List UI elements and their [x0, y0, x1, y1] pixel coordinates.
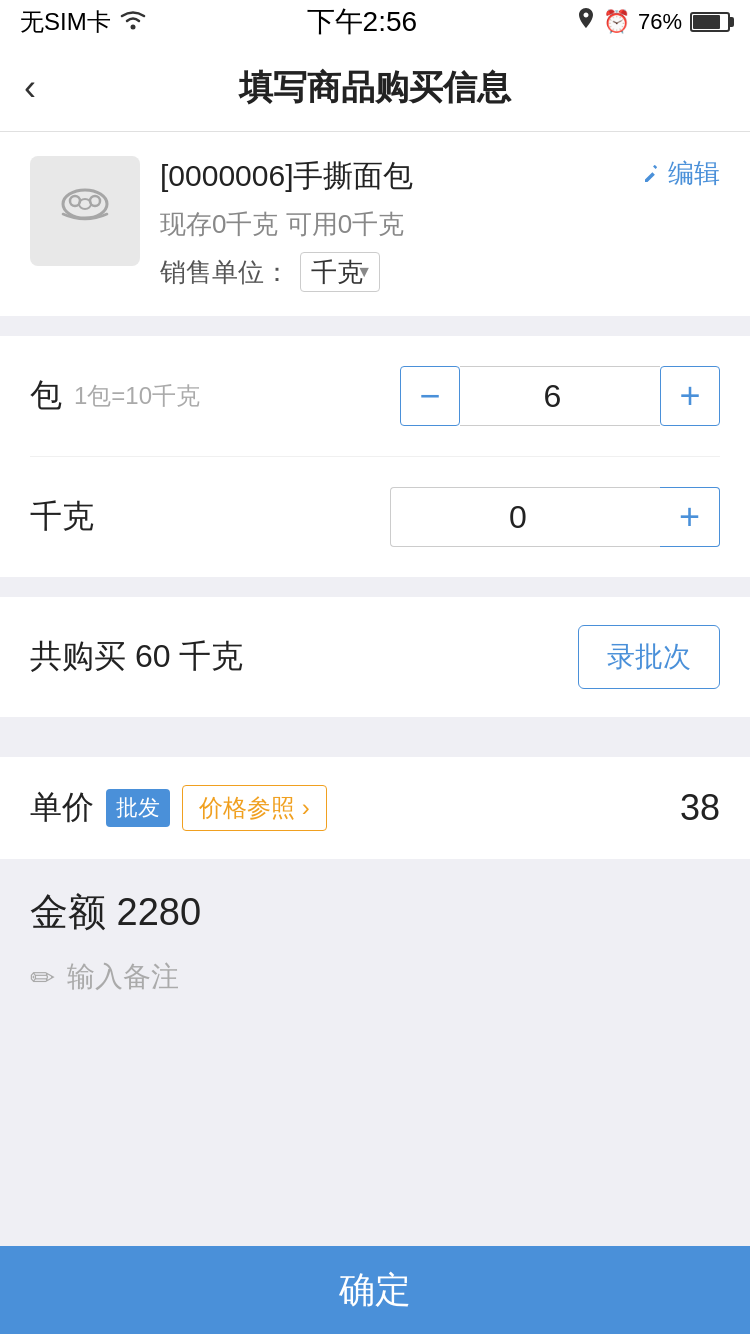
divider-2	[0, 577, 750, 597]
bag-input-section: 包 1包=10千克 − + 千克 +	[0, 336, 750, 577]
product-stock: 现存0千克 可用0千克	[160, 207, 720, 242]
divider-3	[0, 717, 750, 737]
price-label: 单价	[30, 786, 94, 830]
price-value: 38	[680, 787, 720, 829]
svg-point-4	[79, 199, 91, 209]
wifi-icon	[119, 8, 147, 36]
location-icon	[577, 8, 595, 36]
confirm-button-label: 确定	[339, 1266, 411, 1315]
nav-bar: ‹ 填写商品购买信息	[0, 44, 750, 132]
bag-quantity-input[interactable]	[460, 366, 660, 426]
product-unit-row: 销售单位： 千克	[160, 252, 720, 292]
product-name: [0000006]手撕面包	[160, 156, 413, 197]
bag-decrease-button[interactable]: −	[400, 366, 460, 426]
product-info: [0000006]手撕面包 编辑 现存0千克 可用0千克 销售单位： 千克	[160, 156, 720, 292]
product-image	[30, 156, 140, 266]
bag-input-controls: − +	[400, 366, 720, 426]
kg-quantity-input[interactable]	[390, 487, 660, 547]
product-section: [0000006]手撕面包 编辑 现存0千克 可用0千克 销售单位： 千克	[0, 132, 750, 316]
status-time: 下午2:56	[307, 3, 418, 41]
bag-input-row: 包 1包=10千克 − +	[30, 336, 720, 457]
battery-text: 76%	[638, 9, 682, 35]
bag-increase-button[interactable]: +	[660, 366, 720, 426]
price-tag: 批发	[106, 789, 170, 827]
confirm-button[interactable]: 确定	[0, 1246, 750, 1334]
svg-point-0	[130, 25, 135, 30]
kg-input-controls: +	[390, 487, 720, 547]
status-bar: 无SIM卡 下午2:56 ⏰ 76%	[0, 0, 750, 44]
summary-section: 共购买 60 千克 录批次	[0, 597, 750, 717]
amount-section: 金额 2280 ✏ 输入备注	[0, 859, 750, 1012]
remark-text: 输入备注	[67, 958, 179, 996]
bag-label: 包 1包=10千克	[30, 374, 200, 418]
page-title: 填写商品购买信息	[239, 65, 511, 111]
amount-label: 金额 2280	[30, 891, 201, 933]
amount-row: 金额 2280	[30, 887, 720, 938]
kg-input-row: 千克 +	[30, 457, 720, 577]
status-left: 无SIM卡	[20, 6, 147, 38]
pencil-icon: ✏	[30, 960, 55, 995]
remark-row[interactable]: ✏ 输入备注	[30, 958, 720, 996]
bag-sublabel: 1包=10千克	[74, 380, 200, 412]
kg-increase-button[interactable]: +	[660, 487, 720, 547]
unit-select-wrapper[interactable]: 千克	[300, 252, 380, 292]
unit-label: 销售单位：	[160, 255, 290, 290]
kg-label: 千克	[30, 495, 94, 539]
carrier-text: 无SIM卡	[20, 6, 111, 38]
price-ref-button[interactable]: 价格参照 ›	[182, 785, 327, 831]
back-button[interactable]: ‹	[24, 67, 36, 109]
price-left: 单价 批发 价格参照 ›	[30, 785, 327, 831]
edit-button[interactable]: 编辑	[642, 156, 720, 191]
divider-1	[0, 316, 750, 336]
battery-icon	[690, 12, 730, 32]
alarm-icon: ⏰	[603, 9, 630, 35]
unit-select[interactable]: 千克	[300, 252, 380, 292]
bottom-spacer	[0, 1012, 750, 1100]
summary-text: 共购买 60 千克	[30, 635, 243, 679]
batch-button[interactable]: 录批次	[578, 625, 720, 689]
status-right: ⏰ 76%	[577, 8, 730, 36]
price-section: 单价 批发 价格参照 › 38	[0, 757, 750, 859]
